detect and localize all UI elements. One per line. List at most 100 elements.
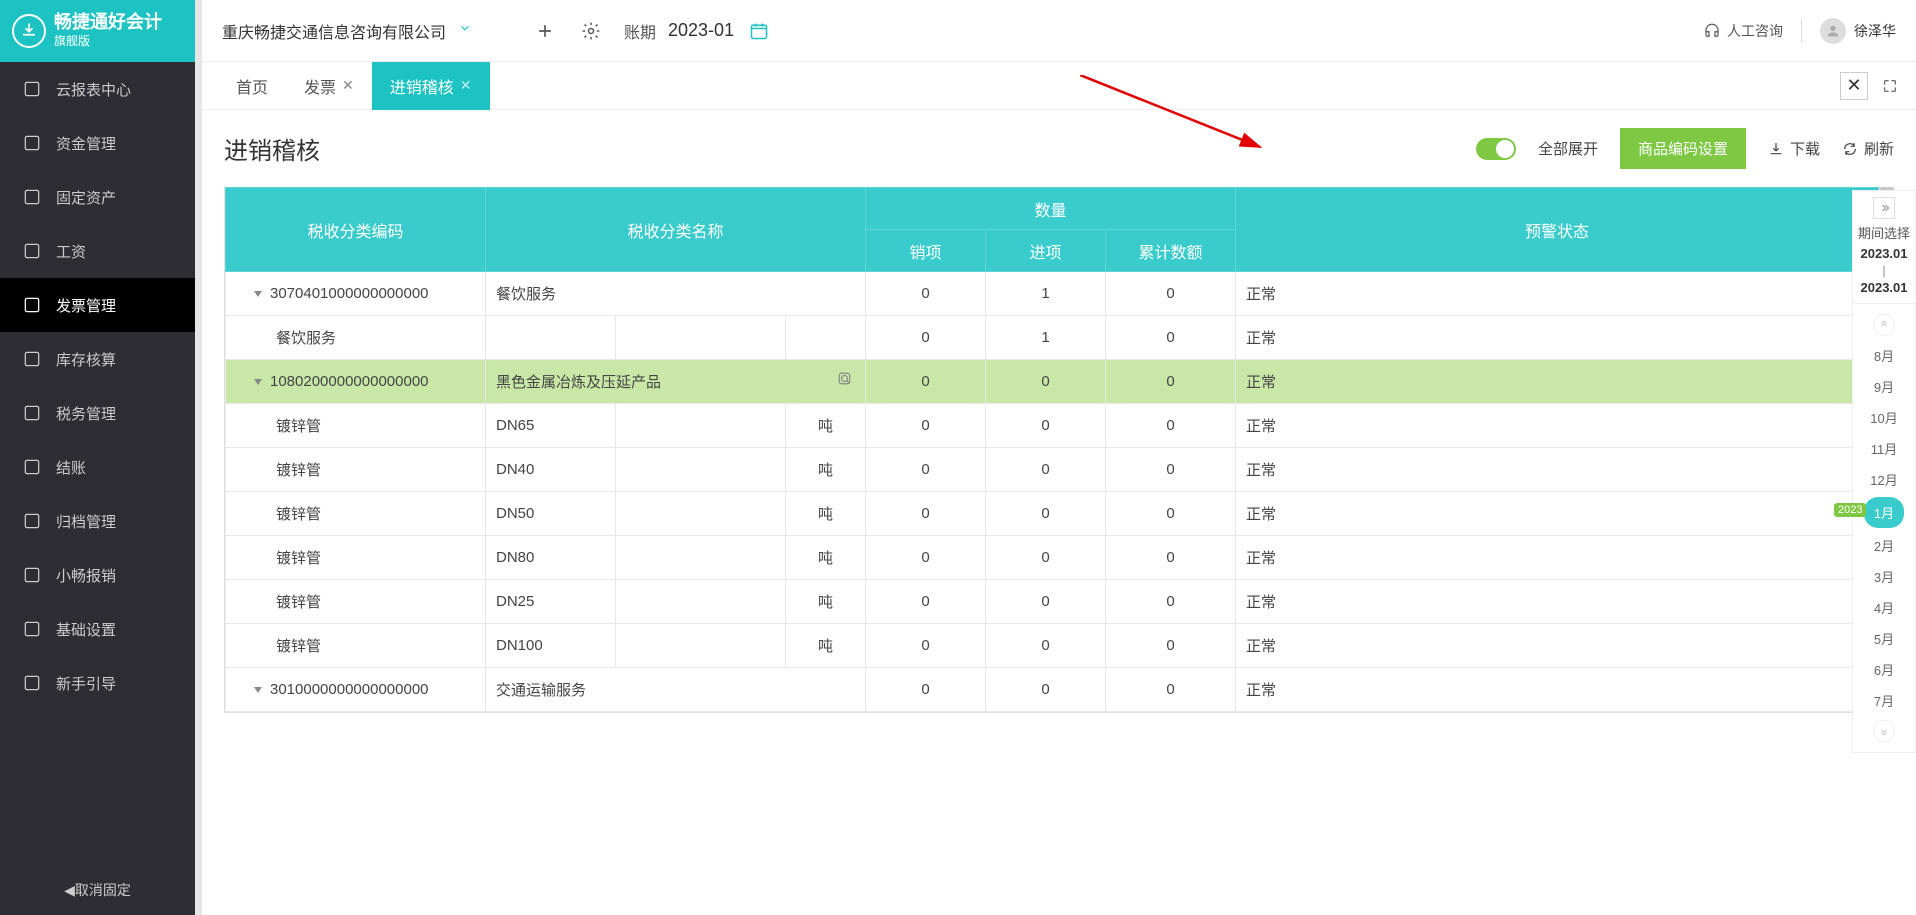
month-item[interactable]: 10月 xyxy=(1853,402,1915,433)
th-purchase: 进项 xyxy=(986,230,1106,272)
refresh-icon xyxy=(1842,141,1858,157)
tabs: 首页 发票 ✕ 进销稽核 ✕ ✕ xyxy=(202,62,1916,110)
expand-toggle-icon[interactable] xyxy=(254,291,262,297)
search-icon[interactable] xyxy=(837,371,855,393)
table-row[interactable]: 1080200000000000000黑色金属冶炼及压延产品000正常 xyxy=(226,360,1879,404)
unpin-button[interactable]: ◀ 取消固定 xyxy=(0,865,195,915)
content: 进销稽核 全部展开 商品编码设置 下载 刷新 xyxy=(202,110,1916,915)
month-item[interactable]: 9月 xyxy=(1853,371,1915,402)
brand-name: 畅捷通好会计 xyxy=(54,13,162,33)
month-item[interactable]: 5月 xyxy=(1853,623,1915,654)
sidebar-item-label: 基础设置 xyxy=(56,619,116,640)
divider xyxy=(1801,19,1802,43)
table-row[interactable]: 镀锌管DN100吨000正常 xyxy=(226,624,1879,668)
table-row[interactable]: 镀锌管DN50吨000正常 xyxy=(226,492,1879,536)
settings-button[interactable] xyxy=(576,16,606,46)
table-row[interactable]: 3010000000000000000交通运输服务000正常 xyxy=(226,668,1879,712)
brand-edition: 旗舰版 xyxy=(54,32,162,49)
month-item[interactable]: 1月2023 xyxy=(1864,497,1904,528)
sidebar-item-10[interactable]: 基础设置 xyxy=(0,602,195,656)
sidebar-item-label: 归档管理 xyxy=(56,511,116,532)
sidebar-icon xyxy=(22,79,42,99)
sidebar-icon xyxy=(22,565,42,585)
close-icon[interactable]: ✕ xyxy=(342,77,354,94)
sidebar-item-label: 发票管理 xyxy=(56,295,116,316)
month-item[interactable]: 12月 xyxy=(1853,464,1915,495)
table-row[interactable]: 餐饮服务010正常 xyxy=(226,316,1879,360)
month-item[interactable]: 6月 xyxy=(1853,654,1915,685)
year-badge: 2023 xyxy=(1834,503,1866,517)
sidebar-resize-handle[interactable] xyxy=(195,0,202,915)
tab-1[interactable]: 发票 ✕ xyxy=(286,62,372,110)
download-button[interactable]: 下载 xyxy=(1768,138,1820,159)
tab-0[interactable]: 首页 xyxy=(218,62,286,110)
sidebar-item-8[interactable]: 归档管理 xyxy=(0,494,195,548)
sidebar-item-3[interactable]: 工资 xyxy=(0,224,195,278)
date-range-panel: 期间选择 2023.01 | 2023.01 8月9月10月11月12月1月20… xyxy=(1852,190,1916,753)
logo: 畅捷通好会计 旗舰版 xyxy=(0,0,195,62)
close-tab-button[interactable]: ✕ xyxy=(1840,72,1868,100)
sidebar-item-2[interactable]: 固定资产 xyxy=(0,170,195,224)
sidebar: 畅捷通好会计 旗舰版 云报表中心资金管理固定资产工资发票管理库存核算税务管理结账… xyxy=(0,0,195,915)
table-row[interactable]: 镀锌管DN80吨000正常 xyxy=(226,536,1879,580)
month-item[interactable]: 7月 xyxy=(1853,685,1915,716)
fullscreen-button[interactable] xyxy=(1880,78,1900,94)
logo-icon xyxy=(12,14,46,48)
expand-all-toggle[interactable] xyxy=(1476,138,1516,160)
sidebar-icon xyxy=(22,349,42,369)
consult-button[interactable]: 人工咨询 xyxy=(1703,21,1783,41)
month-item[interactable]: 4月 xyxy=(1853,592,1915,623)
topbar: 重庆畅捷交通信息咨询有限公司 账期 2023-01 人工咨询 xyxy=(202,0,1916,62)
sidebar-item-9[interactable]: 小畅报销 xyxy=(0,548,195,602)
sidebar-item-label: 结账 xyxy=(56,457,86,478)
month-item[interactable]: 8月 xyxy=(1853,340,1915,371)
th-warning: 预警状态 xyxy=(1236,188,1879,272)
close-icon[interactable]: ✕ xyxy=(460,77,472,94)
table-row[interactable]: 3070401000000000000餐饮服务010正常 xyxy=(226,272,1879,316)
sidebar-item-4[interactable]: 发票管理 xyxy=(0,278,195,332)
scroll-down-button[interactable] xyxy=(1873,720,1895,742)
sidebar-item-6[interactable]: 税务管理 xyxy=(0,386,195,440)
sidebar-item-label: 税务管理 xyxy=(56,403,116,424)
period-label: 账期 xyxy=(624,19,656,43)
main: 重庆畅捷交通信息咨询有限公司 账期 2023-01 人工咨询 xyxy=(202,0,1916,915)
headset-icon xyxy=(1703,22,1721,40)
add-button[interactable] xyxy=(530,16,560,46)
sidebar-item-label: 新手引导 xyxy=(56,673,116,694)
table-row[interactable]: 镀锌管DN65吨000正常 xyxy=(226,404,1879,448)
table-row[interactable]: 镀锌管DN25吨000正常 xyxy=(226,580,1879,624)
refresh-button[interactable]: 刷新 xyxy=(1842,138,1894,159)
sidebar-item-label: 库存核算 xyxy=(56,349,116,370)
chevron-down-icon xyxy=(458,21,472,40)
sidebar-icon xyxy=(22,457,42,477)
sidebar-icon xyxy=(22,403,42,423)
scroll-up-button[interactable] xyxy=(1873,314,1895,336)
sidebar-item-label: 固定资产 xyxy=(56,187,116,208)
product-code-setting-button[interactable]: 商品编码设置 xyxy=(1620,128,1746,169)
expand-toggle-icon[interactable] xyxy=(254,379,262,385)
tab-label: 首页 xyxy=(236,74,268,98)
month-item[interactable]: 3月 xyxy=(1853,561,1915,592)
sidebar-item-0[interactable]: 云报表中心 xyxy=(0,62,195,116)
tab-label: 进销稽核 xyxy=(390,74,454,98)
sidebar-item-11[interactable]: 新手引导 xyxy=(0,656,195,710)
calendar-button[interactable] xyxy=(744,16,774,46)
download-icon xyxy=(1768,141,1784,157)
month-item[interactable]: 11月 xyxy=(1853,433,1915,464)
sidebar-icon xyxy=(22,511,42,531)
tab-label: 发票 xyxy=(304,74,336,98)
company-selector[interactable]: 重庆畅捷交通信息咨询有限公司 xyxy=(222,19,522,43)
collapse-panel-button[interactable] xyxy=(1873,197,1895,219)
audit-table: 税收分类编码 税收分类名称 数量 预警状态 销项 进项 累计数额 3 xyxy=(225,187,1879,712)
company-name: 重庆畅捷交通信息咨询有限公司 xyxy=(222,19,446,43)
period-value: 2023-01 xyxy=(668,20,734,41)
sidebar-item-1[interactable]: 资金管理 xyxy=(0,116,195,170)
sidebar-item-5[interactable]: 库存核算 xyxy=(0,332,195,386)
sidebar-item-label: 资金管理 xyxy=(56,133,116,154)
expand-toggle-icon[interactable] xyxy=(254,687,262,693)
tab-2[interactable]: 进销稽核 ✕ xyxy=(372,62,490,110)
sidebar-item-7[interactable]: 结账 xyxy=(0,440,195,494)
table-row[interactable]: 镀锌管DN40吨000正常 xyxy=(226,448,1879,492)
month-item[interactable]: 2月 xyxy=(1853,530,1915,561)
user-menu[interactable]: 徐泽华 xyxy=(1820,18,1896,44)
